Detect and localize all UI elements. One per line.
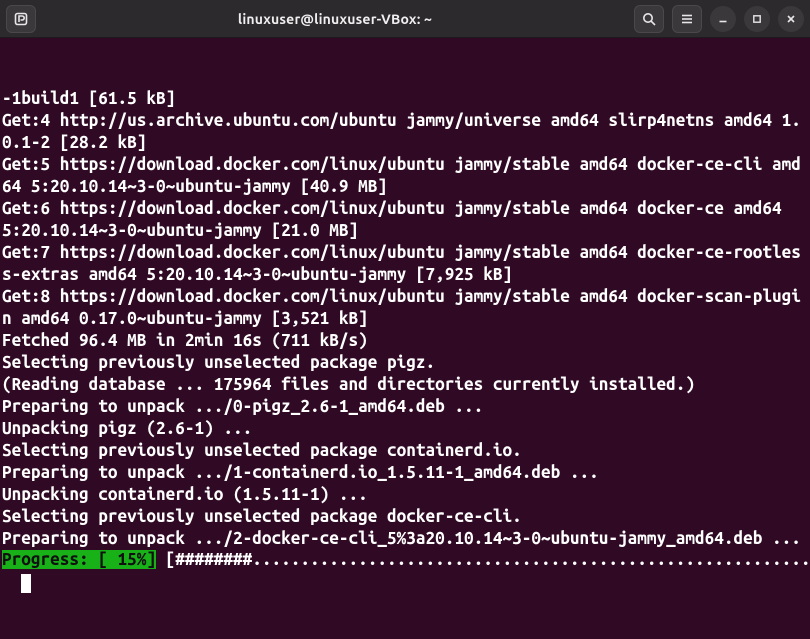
maximize-icon <box>751 13 763 25</box>
terminal-line: Get:6 https://download.docker.com/linux/… <box>2 198 808 242</box>
titlebar-right <box>634 5 804 33</box>
terminal-line: Get:4 http://us.archive.ubuntu.com/ubunt… <box>2 110 808 154</box>
title-bar: linuxuser@linuxuser-VBox: ~ <box>0 0 810 38</box>
terminal-line: Preparing to unpack .../2-docker-ce-cli_… <box>2 528 808 550</box>
terminal-line: Get:8 https://download.docker.com/linux/… <box>2 286 808 330</box>
terminal-output[interactable]: -1build1 [61.5 kB]Get:4 http://us.archiv… <box>0 38 810 575</box>
progress-row: Progress: [ 15%] [########..............… <box>0 549 810 575</box>
new-tab-icon <box>13 11 29 27</box>
terminal-line: Selecting previously unselected package … <box>2 440 808 462</box>
search-icon <box>641 11 657 27</box>
terminal-cursor <box>21 574 31 593</box>
terminal-lines: -1build1 [61.5 kB]Get:4 http://us.archiv… <box>2 88 808 550</box>
terminal-line: Get:5 https://download.docker.com/linux/… <box>2 154 808 198</box>
menu-button[interactable] <box>672 5 702 33</box>
terminal-line: Fetched 96.4 MB in 2min 16s (711 kB/s) <box>2 330 808 352</box>
close-button[interactable] <box>778 6 804 32</box>
window-title: linuxuser@linuxuser-VBox: ~ <box>42 11 628 27</box>
terminal-line: Preparing to unpack .../1-containerd.io_… <box>2 462 808 484</box>
minimize-icon <box>717 13 729 25</box>
terminal-line: Preparing to unpack .../0-pigz_2.6-1_amd… <box>2 396 808 418</box>
new-tab-button[interactable] <box>6 5 36 33</box>
terminal-line: Get:7 https://download.docker.com/linux/… <box>2 242 808 286</box>
terminal-line: Unpacking pigz (2.6-1) ... <box>2 418 808 440</box>
titlebar-left <box>6 5 36 33</box>
progress-label: Progress: [ 15%] <box>2 550 156 569</box>
terminal-line: Unpacking containerd.io (1.5.11-1) ... <box>2 484 808 506</box>
maximize-button[interactable] <box>744 6 770 32</box>
close-icon <box>785 13 797 25</box>
search-button[interactable] <box>634 5 664 33</box>
minimize-button[interactable] <box>710 6 736 32</box>
hamburger-icon <box>679 11 695 27</box>
terminal-line: Selecting previously unselected package … <box>2 506 808 528</box>
terminal-line: -1build1 [61.5 kB] <box>2 88 808 110</box>
progress-bar: [########...............................… <box>156 550 810 569</box>
terminal-line: (Reading database ... 175964 files and d… <box>2 374 808 396</box>
terminal-line: Selecting previously unselected package … <box>2 352 808 374</box>
